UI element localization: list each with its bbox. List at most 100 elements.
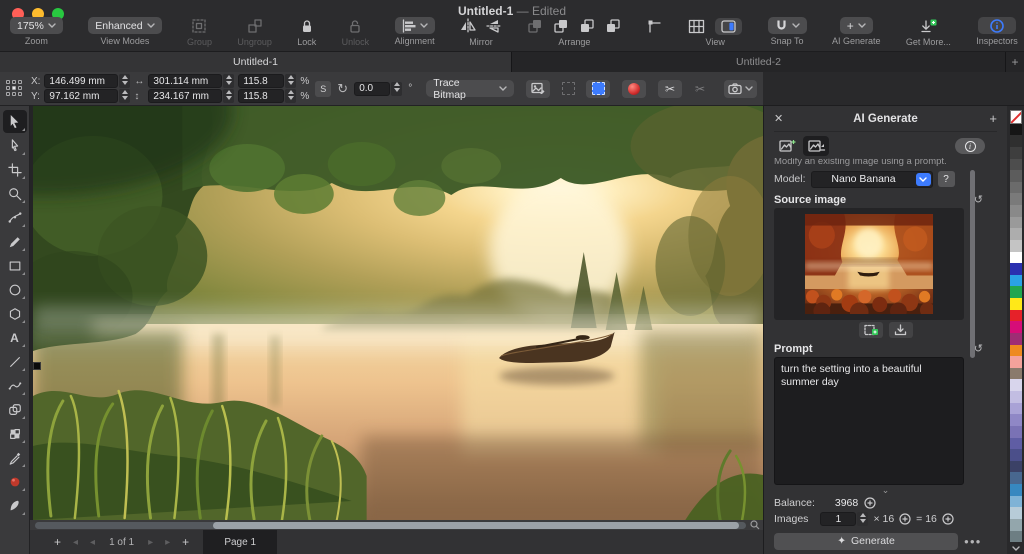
ellipse-tool[interactable] — [3, 278, 27, 301]
y-stepper[interactable] — [119, 89, 130, 103]
selection-handle[interactable] — [33, 362, 41, 370]
use-selection-button[interactable] — [859, 322, 883, 338]
images-count-stepper[interactable] — [857, 512, 868, 526]
source-image-thumbnail[interactable] — [805, 214, 933, 314]
more-options-button[interactable]: ●●● — [964, 537, 982, 546]
swatch-expand-button[interactable] — [1012, 542, 1020, 554]
lock-button[interactable] — [299, 18, 315, 34]
info-button[interactable]: i — [955, 138, 985, 154]
tab-untitled-2[interactable]: Untitled-2 — [512, 52, 1006, 72]
move-backward-button[interactable] — [579, 18, 595, 34]
flip-horizontal-button[interactable] — [460, 19, 476, 33]
transparency-tool[interactable] — [3, 422, 27, 445]
color-swatch[interactable] — [1010, 193, 1022, 205]
color-swatch[interactable] — [1010, 110, 1022, 124]
width-field[interactable]: 301.114 mm — [148, 74, 222, 88]
reset-prompt-icon[interactable]: ↺ — [974, 342, 983, 355]
width-percent-field[interactable]: 115.8 — [238, 74, 284, 88]
color-swatch[interactable] — [1010, 391, 1022, 403]
canvas-viewport[interactable] — [30, 106, 763, 520]
edit-image-mode-tab[interactable] — [803, 136, 829, 156]
close-panel-icon[interactable]: ✕ — [774, 112, 792, 125]
line-tool[interactable] — [3, 350, 27, 373]
brush-tool[interactable] — [3, 230, 27, 253]
rotation-field[interactable]: 0.0 — [354, 82, 390, 96]
color-swatch[interactable] — [1010, 135, 1022, 147]
tab-untitled-1[interactable]: Untitled-1 — [0, 52, 512, 72]
polygon-tool[interactable] — [3, 302, 27, 325]
color-swatch[interactable] — [1010, 438, 1022, 450]
get-more-button[interactable] — [920, 18, 937, 34]
shape-tool[interactable] — [3, 398, 27, 421]
move-tool[interactable] — [3, 110, 27, 133]
text-tool[interactable]: A — [3, 326, 27, 349]
rectangle-tool[interactable] — [3, 254, 27, 277]
new-tab-button[interactable]: + — [1006, 52, 1024, 72]
images-count-field[interactable]: 1 — [820, 512, 856, 526]
vector-brush-tool[interactable] — [3, 374, 27, 397]
color-swatch[interactable] — [1010, 496, 1022, 508]
marquee-plain-button[interactable] — [556, 80, 580, 98]
color-swatch[interactable] — [1010, 228, 1022, 240]
height-percent-field[interactable]: 115.8 — [238, 89, 284, 103]
inspectors-button[interactable] — [978, 17, 1016, 34]
fill-tool[interactable] — [3, 470, 27, 493]
model-dropdown[interactable]: Nano Banana — [811, 171, 933, 188]
color-swatch[interactable] — [1010, 240, 1022, 252]
reset-source-icon[interactable]: ↺ — [974, 193, 983, 206]
zoom-corner-icon[interactable] — [749, 520, 761, 530]
color-swatch[interactable] — [1010, 519, 1022, 531]
scrollbar-track[interactable] — [35, 522, 746, 529]
y-position-field[interactable]: 97.162 mm — [44, 89, 118, 103]
color-swatch[interactable] — [1010, 414, 1022, 426]
lock-aspect-button[interactable]: S — [315, 81, 331, 97]
color-swatch[interactable] — [1010, 449, 1022, 461]
add-page-button[interactable]: + — [54, 535, 61, 549]
color-swatch[interactable] — [1010, 252, 1022, 264]
alignment-dropdown[interactable] — [395, 17, 435, 34]
height-stepper[interactable] — [223, 89, 234, 103]
model-chevron-button[interactable] — [916, 173, 931, 186]
color-swatch[interactable] — [1010, 461, 1022, 473]
snap-to-dropdown[interactable] — [768, 17, 807, 34]
cut-alt-button[interactable]: ✂ — [688, 80, 712, 98]
rotation-stepper[interactable] — [391, 82, 402, 96]
view-modes-dropdown[interactable]: Enhanced — [88, 17, 161, 34]
color-decontaminate-button[interactable] — [622, 80, 646, 98]
x-stepper[interactable] — [119, 74, 130, 88]
import-image-button[interactable] — [889, 322, 913, 338]
eyedropper-tool[interactable] — [3, 446, 27, 469]
color-swatch[interactable] — [1010, 531, 1022, 543]
color-swatch[interactable] — [1010, 182, 1022, 194]
color-swatch[interactable] — [1010, 403, 1022, 415]
color-swatch[interactable] — [1010, 426, 1022, 438]
height-field[interactable]: 234.167 mm — [148, 89, 222, 103]
move-forward-button[interactable] — [553, 18, 569, 34]
color-swatch[interactable] — [1010, 310, 1022, 322]
color-swatch[interactable] — [1010, 286, 1022, 298]
height-percent-stepper[interactable] — [285, 89, 296, 103]
color-swatch[interactable] — [1010, 321, 1022, 333]
anchor-point-selector[interactable] — [6, 80, 23, 97]
color-swatch[interactable] — [1010, 379, 1022, 391]
cut-button[interactable]: ✂ — [658, 80, 682, 98]
crop-tool[interactable] — [3, 158, 27, 181]
color-swatch[interactable] — [1010, 298, 1022, 310]
color-swatch[interactable] — [1010, 472, 1022, 484]
zoom-tool[interactable] — [3, 182, 27, 205]
page-tab[interactable]: Page 1 — [203, 530, 277, 554]
snapshot-dropdown[interactable] — [724, 80, 757, 98]
color-swatch[interactable] — [1010, 484, 1022, 496]
color-swatch[interactable] — [1010, 147, 1022, 159]
color-swatch[interactable] — [1010, 507, 1022, 519]
color-swatch[interactable] — [1010, 159, 1022, 171]
color-swatch[interactable] — [1010, 170, 1022, 182]
color-swatch[interactable] — [1010, 356, 1022, 368]
image-adjust-button[interactable] — [526, 80, 550, 98]
group-button[interactable] — [191, 18, 207, 34]
trace-bitmap-dropdown[interactable]: Trace Bitmap — [426, 80, 514, 97]
unlock-button[interactable] — [347, 18, 363, 34]
node-tool[interactable] — [3, 134, 27, 157]
zoom-dropdown[interactable]: 175% — [10, 17, 63, 34]
ungroup-button[interactable] — [247, 18, 263, 34]
